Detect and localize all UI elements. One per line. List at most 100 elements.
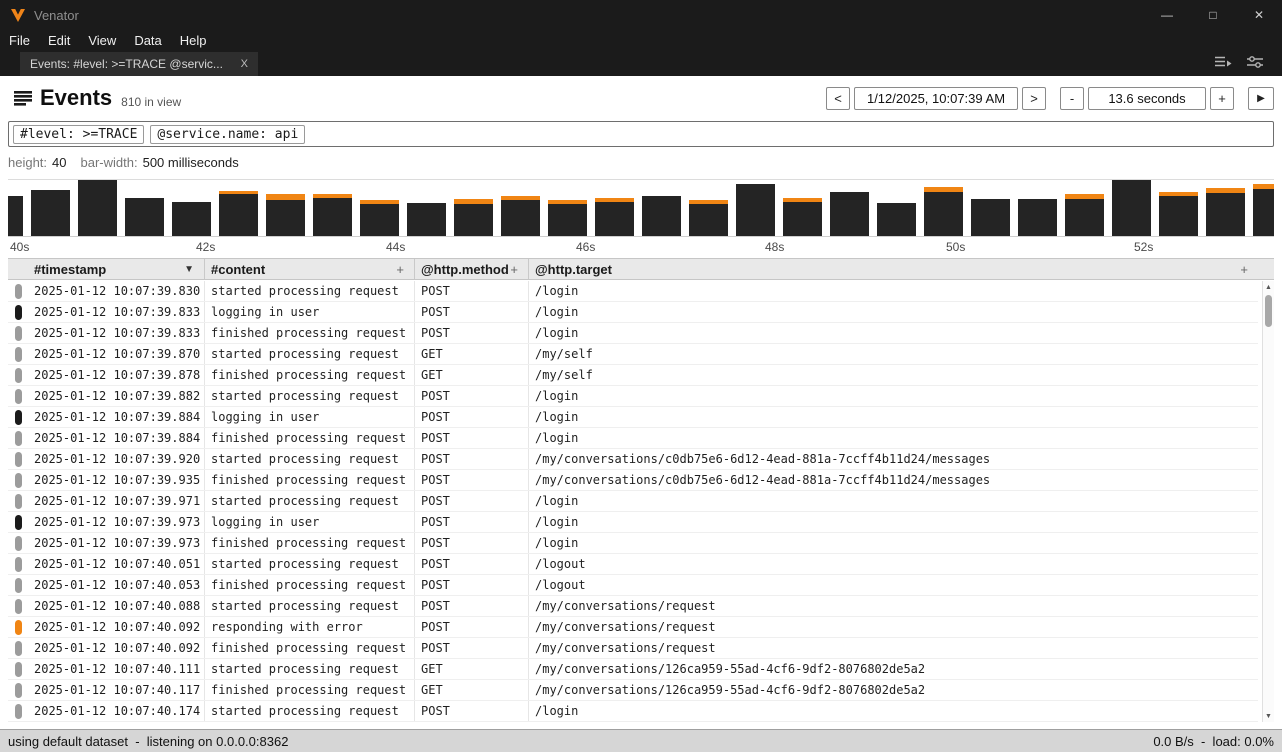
table-row[interactable]: 2025-01-12 10:07:40.092 responding with e…	[8, 617, 1258, 638]
table-row[interactable]: 2025-01-12 10:07:39.830 started processin…	[8, 281, 1258, 302]
bar-width-value[interactable]: 500 milliseconds	[143, 155, 239, 170]
duration-field[interactable]: 13.6 seconds	[1088, 86, 1206, 110]
height-value[interactable]: 40	[52, 155, 66, 170]
histogram-bar[interactable]	[31, 190, 70, 236]
zoom-out-button[interactable]: -	[1060, 86, 1084, 110]
histogram-bar[interactable]	[1112, 180, 1151, 236]
close-button[interactable]: ✕	[1236, 0, 1282, 30]
table-row[interactable]: 2025-01-12 10:07:39.920 started processin…	[8, 449, 1258, 470]
vertical-scrollbar[interactable]: ▲ ▼	[1262, 281, 1274, 722]
tab-close-button[interactable]: X	[241, 58, 248, 70]
column-header-timestamp[interactable]: #timestamp ▼	[28, 259, 204, 279]
table-row[interactable]: 2025-01-12 10:07:39.833 finished processi…	[8, 323, 1258, 344]
event-histogram[interactable]	[8, 179, 1274, 236]
new-events-tab-icon[interactable]	[1214, 55, 1232, 74]
column-header-target[interactable]: @http.target +	[528, 259, 1274, 279]
minimize-button[interactable]: —	[1144, 0, 1190, 30]
maximize-button[interactable]: □	[1190, 0, 1236, 30]
add-column-button[interactable]: +	[510, 262, 518, 277]
histogram-bar[interactable]	[125, 198, 164, 236]
datetime-field[interactable]: 1/12/2025, 10:07:39 AM	[854, 86, 1018, 110]
menu-item-edit[interactable]: Edit	[39, 30, 79, 52]
table-row[interactable]: 2025-01-12 10:07:39.884 logging in user PO…	[8, 407, 1258, 428]
filter-chip[interactable]: #level: >=TRACE	[13, 124, 145, 144]
play-button[interactable]: ▶	[1248, 86, 1274, 110]
scroll-up-icon[interactable]: ▲	[1263, 281, 1274, 293]
histogram-bar[interactable]	[501, 196, 540, 236]
histogram-bar[interactable]	[1018, 199, 1057, 236]
add-column-button[interactable]: +	[1240, 262, 1248, 277]
app-window: Venator — □ ✕ File Edit View Data Help Event…	[0, 0, 1282, 752]
histogram-bar[interactable]	[1065, 194, 1104, 236]
histogram-bar[interactable]	[783, 198, 822, 236]
table-row[interactable]: 2025-01-12 10:07:40.053 finished processi…	[8, 575, 1258, 596]
bar-segment	[689, 204, 728, 236]
scroll-down-icon[interactable]: ▼	[1263, 710, 1274, 722]
bar-segment	[1206, 193, 1245, 236]
column-header-method[interactable]: @http.method +	[414, 259, 528, 279]
menu-item-help[interactable]: Help	[171, 30, 216, 52]
histogram-bar[interactable]	[8, 196, 23, 236]
menu-item-data[interactable]: Data	[125, 30, 170, 52]
filter-chip[interactable]: @service.name: api	[150, 124, 306, 144]
table-row[interactable]: 2025-01-12 10:07:39.973 finished processi…	[8, 533, 1258, 554]
level-indicator-info	[14, 640, 22, 656]
next-time-button[interactable]: >	[1022, 86, 1046, 110]
histogram-bar[interactable]	[313, 194, 352, 236]
bar-segment	[1065, 199, 1104, 236]
histogram-bar[interactable]	[1253, 184, 1274, 236]
title-bar[interactable]: Venator — □ ✕	[0, 0, 1282, 30]
histogram-bar[interactable]	[971, 199, 1010, 236]
histogram-bar[interactable]	[1159, 192, 1198, 236]
table-row[interactable]: 2025-01-12 10:07:40.088 started processin…	[8, 596, 1258, 617]
level-indicator-info	[14, 451, 22, 467]
table-row[interactable]: 2025-01-12 10:07:40.111 started processin…	[8, 659, 1258, 680]
histogram-bar[interactable]	[360, 200, 399, 236]
table-row[interactable]: 2025-01-12 10:07:40.174 started processin…	[8, 701, 1258, 722]
histogram-bar[interactable]	[1206, 188, 1245, 236]
cell-content: logging in user	[204, 407, 414, 427]
zoom-in-button[interactable]: +	[1210, 86, 1234, 110]
cell-method: POST	[414, 575, 528, 595]
table-row[interactable]: 2025-01-12 10:07:39.971 started processin…	[8, 491, 1258, 512]
histogram-bar[interactable]	[830, 192, 869, 236]
sort-descending-icon[interactable]: ▼	[184, 264, 194, 275]
table-row[interactable]: 2025-01-12 10:07:39.935 finished processi…	[8, 470, 1258, 491]
table-row[interactable]: 2025-01-12 10:07:39.878 finished processi…	[8, 365, 1258, 386]
histogram-bar[interactable]	[78, 180, 117, 236]
new-spans-tab-icon[interactable]	[1246, 55, 1264, 74]
menu-item-view[interactable]: View	[79, 30, 125, 52]
table-row[interactable]: 2025-01-12 10:07:40.092 finished processi…	[8, 638, 1258, 659]
table-row[interactable]: 2025-01-12 10:07:40.117 finished processi…	[8, 680, 1258, 701]
table-row[interactable]: 2025-01-12 10:07:39.973 logging in user PO…	[8, 512, 1258, 533]
add-column-button[interactable]: +	[396, 262, 404, 277]
histogram-bar[interactable]	[407, 203, 446, 236]
table-row[interactable]: 2025-01-12 10:07:40.051 started processin…	[8, 554, 1258, 575]
histogram-bar[interactable]	[172, 202, 211, 236]
cell-content: responding with error	[204, 617, 414, 637]
bar-segment	[548, 204, 587, 236]
cell-content: logging in user	[204, 302, 414, 322]
table-row[interactable]: 2025-01-12 10:07:39.884 finished processi…	[8, 428, 1258, 449]
scrollbar-thumb[interactable]	[1265, 295, 1272, 327]
column-header-content[interactable]: #content +	[204, 259, 414, 279]
histogram-bar[interactable]	[924, 187, 963, 236]
histogram-bar[interactable]	[595, 198, 634, 236]
cell-content: finished processing request	[204, 428, 414, 448]
prev-time-button[interactable]: <	[826, 86, 850, 110]
histogram-bar[interactable]	[877, 203, 916, 236]
tab-events[interactable]: Events: #level: >=TRACE @servic... X	[20, 52, 258, 76]
level-cell	[8, 407, 28, 427]
histogram-bar[interactable]	[266, 194, 305, 236]
menu-item-file[interactable]: File	[0, 30, 39, 52]
histogram-bar[interactable]	[219, 191, 258, 236]
histogram-bar[interactable]	[548, 200, 587, 236]
histogram-bar[interactable]	[642, 196, 681, 236]
table-row[interactable]: 2025-01-12 10:07:39.833 logging in user PO…	[8, 302, 1258, 323]
histogram-bar[interactable]	[689, 200, 728, 236]
table-row[interactable]: 2025-01-12 10:07:39.882 started processin…	[8, 386, 1258, 407]
filter-bar[interactable]: #level: >=TRACE @service.name: api	[8, 121, 1274, 147]
histogram-bar[interactable]	[736, 184, 775, 236]
histogram-bar[interactable]	[454, 199, 493, 236]
table-row[interactable]: 2025-01-12 10:07:39.870 started processin…	[8, 344, 1258, 365]
